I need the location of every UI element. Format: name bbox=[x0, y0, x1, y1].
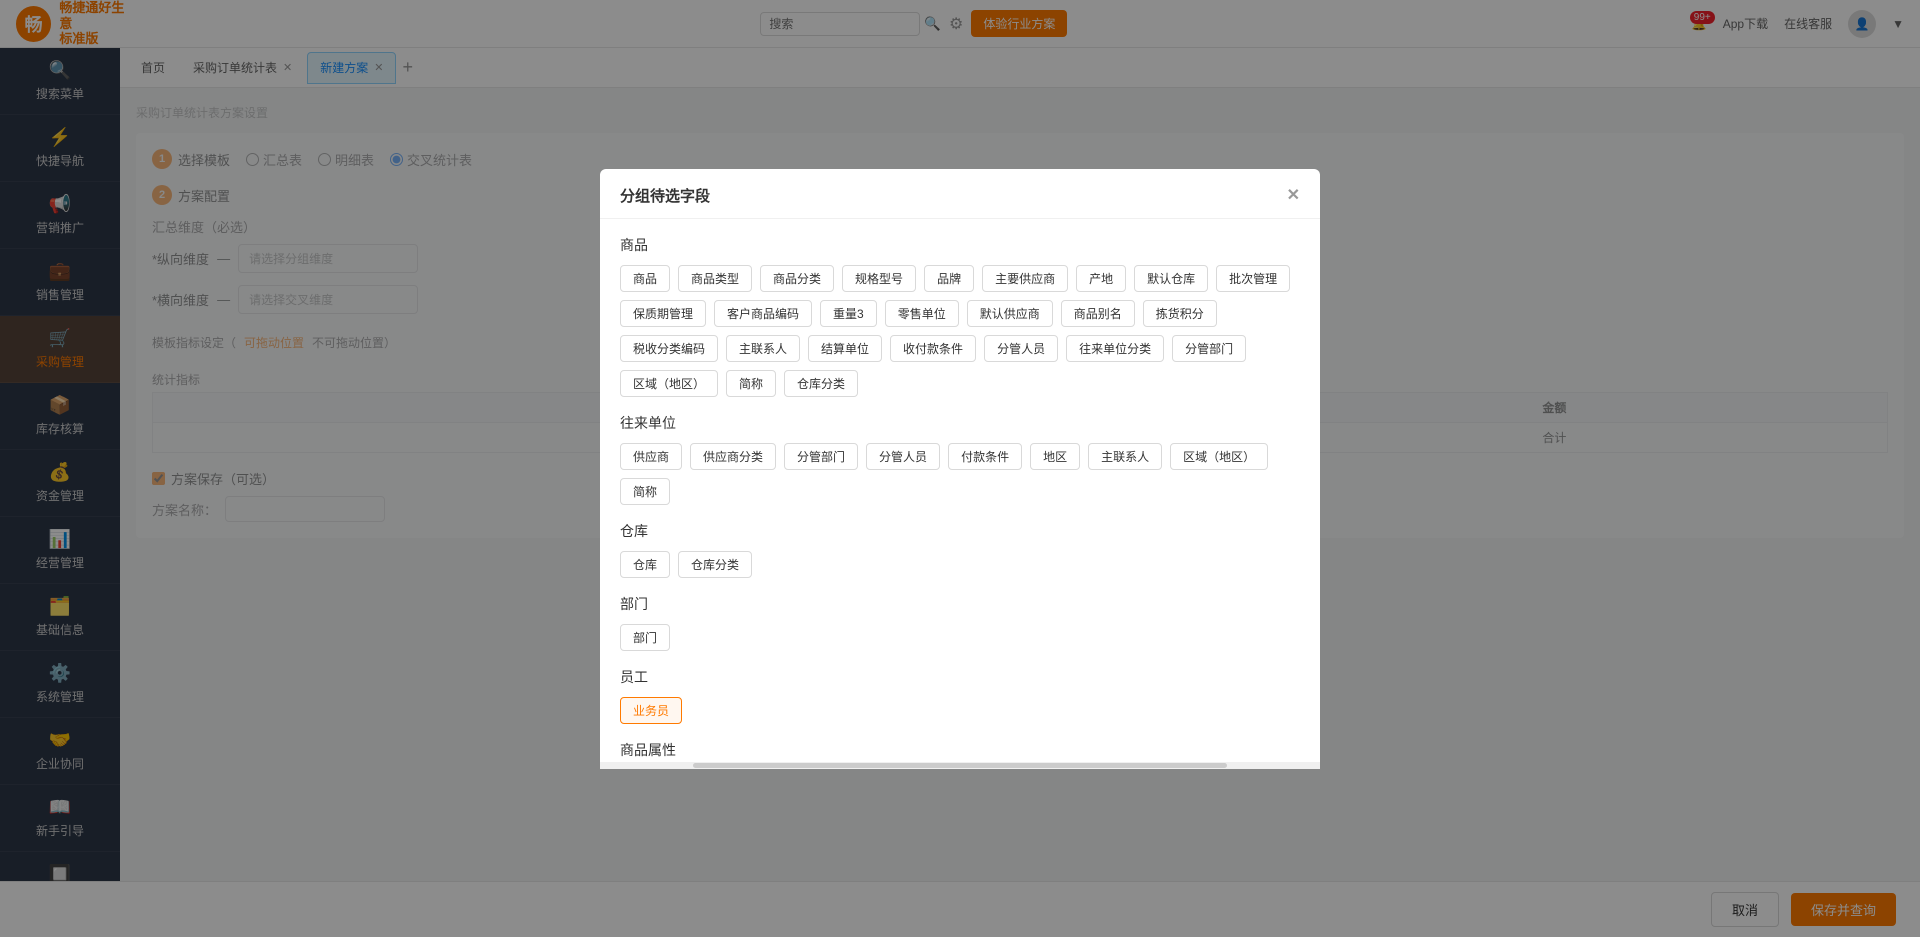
field-tag-0-13[interactable]: 默认供应商 bbox=[967, 300, 1053, 327]
field-tag-1-6[interactable]: 主联系人 bbox=[1088, 443, 1162, 470]
field-tag-0-15[interactable]: 拣货积分 bbox=[1143, 300, 1217, 327]
modal-dialog: 分组待选字段 ✕ 商品商品商品类型商品分类规格型号品牌主要供应商产地默认仓库批次… bbox=[600, 169, 1320, 769]
field-tag-0-8[interactable]: 批次管理 bbox=[1216, 265, 1290, 292]
section-title-partner: 往来单位 bbox=[620, 413, 1300, 433]
section-title-product_attr: 商品属性 bbox=[620, 740, 1300, 760]
field-tags-product: 商品商品类型商品分类规格型号品牌主要供应商产地默认仓库批次管理保质期管理客户商品… bbox=[620, 265, 1300, 397]
field-tags-department: 部门 bbox=[620, 624, 1300, 651]
field-tag-0-1[interactable]: 商品类型 bbox=[678, 265, 752, 292]
field-tag-0-14[interactable]: 商品别名 bbox=[1061, 300, 1135, 327]
section-title-product: 商品 bbox=[620, 235, 1300, 255]
field-tag-0-12[interactable]: 零售单位 bbox=[885, 300, 959, 327]
field-tags-partner: 供应商供应商分类分管部门分管人员付款条件地区主联系人区域（地区） 简称 bbox=[620, 443, 1300, 505]
field-tag-1-1[interactable]: 供应商分类 bbox=[690, 443, 776, 470]
section-title-employee: 员工 bbox=[620, 667, 1300, 687]
field-tag-0-23[interactable]: 区域（地区） bbox=[620, 370, 718, 397]
field-tag-0-18[interactable]: 结算单位 bbox=[808, 335, 882, 362]
field-tag-1-8[interactable]: 简称 bbox=[620, 478, 670, 505]
field-tag-0-2[interactable]: 商品分类 bbox=[760, 265, 834, 292]
field-tag-0-6[interactable]: 产地 bbox=[1076, 265, 1126, 292]
modal-overlay: 分组待选字段 ✕ 商品商品商品类型商品分类规格型号品牌主要供应商产地默认仓库批次… bbox=[0, 0, 1920, 937]
modal-close-button[interactable]: ✕ bbox=[1287, 185, 1300, 205]
field-tag-0-9[interactable]: 保质期管理 bbox=[620, 300, 706, 327]
section-title-warehouse: 仓库 bbox=[620, 521, 1300, 541]
field-tag-1-7[interactable]: 区域（地区） bbox=[1170, 443, 1268, 470]
field-tag-1-4[interactable]: 付款条件 bbox=[948, 443, 1022, 470]
field-tag-0-3[interactable]: 规格型号 bbox=[842, 265, 916, 292]
field-tag-0-10[interactable]: 客户商品编码 bbox=[714, 300, 812, 327]
field-tag-1-2[interactable]: 分管部门 bbox=[784, 443, 858, 470]
field-tag-0-0[interactable]: 商品 bbox=[620, 265, 670, 292]
field-tag-0-21[interactable]: 往来单位分类 bbox=[1066, 335, 1164, 362]
field-tag-0-4[interactable]: 品牌 bbox=[924, 265, 974, 292]
modal-body: 商品商品商品类型商品分类规格型号品牌主要供应商产地默认仓库批次管理保质期管理客户… bbox=[600, 219, 1320, 762]
modal-hscroll-thumb bbox=[693, 763, 1227, 768]
field-tag-1-0[interactable]: 供应商 bbox=[620, 443, 682, 470]
field-tag-0-16[interactable]: 税收分类编码 bbox=[620, 335, 718, 362]
field-tag-0-11[interactable]: 重量3 bbox=[820, 300, 877, 327]
field-tag-1-3[interactable]: 分管人员 bbox=[866, 443, 940, 470]
field-tag-0-5[interactable]: 主要供应商 bbox=[982, 265, 1068, 292]
modal-hscroll bbox=[600, 762, 1320, 769]
field-tag-2-1[interactable]: 仓库分类 bbox=[678, 551, 752, 578]
field-tag-0-22[interactable]: 分管部门 bbox=[1172, 335, 1246, 362]
field-tag-0-17[interactable]: 主联系人 bbox=[726, 335, 800, 362]
field-tags-employee: 业务员 bbox=[620, 697, 1300, 724]
field-tag-0-20[interactable]: 分管人员 bbox=[984, 335, 1058, 362]
field-tags-warehouse: 仓库仓库分类 bbox=[620, 551, 1300, 578]
modal-header: 分组待选字段 ✕ bbox=[600, 169, 1320, 219]
modal-title: 分组待选字段 bbox=[620, 185, 710, 206]
field-tag-2-0[interactable]: 仓库 bbox=[620, 551, 670, 578]
field-tag-0-24[interactable]: 简称 bbox=[726, 370, 776, 397]
field-tag-3-0[interactable]: 部门 bbox=[620, 624, 670, 651]
field-tag-0-25[interactable]: 仓库分类 bbox=[784, 370, 858, 397]
field-tag-1-5[interactable]: 地区 bbox=[1030, 443, 1080, 470]
field-tag-4-0[interactable]: 业务员 bbox=[620, 697, 682, 724]
field-tag-0-7[interactable]: 默认仓库 bbox=[1134, 265, 1208, 292]
section-title-department: 部门 bbox=[620, 594, 1300, 614]
field-tag-0-19[interactable]: 收付款条件 bbox=[890, 335, 976, 362]
